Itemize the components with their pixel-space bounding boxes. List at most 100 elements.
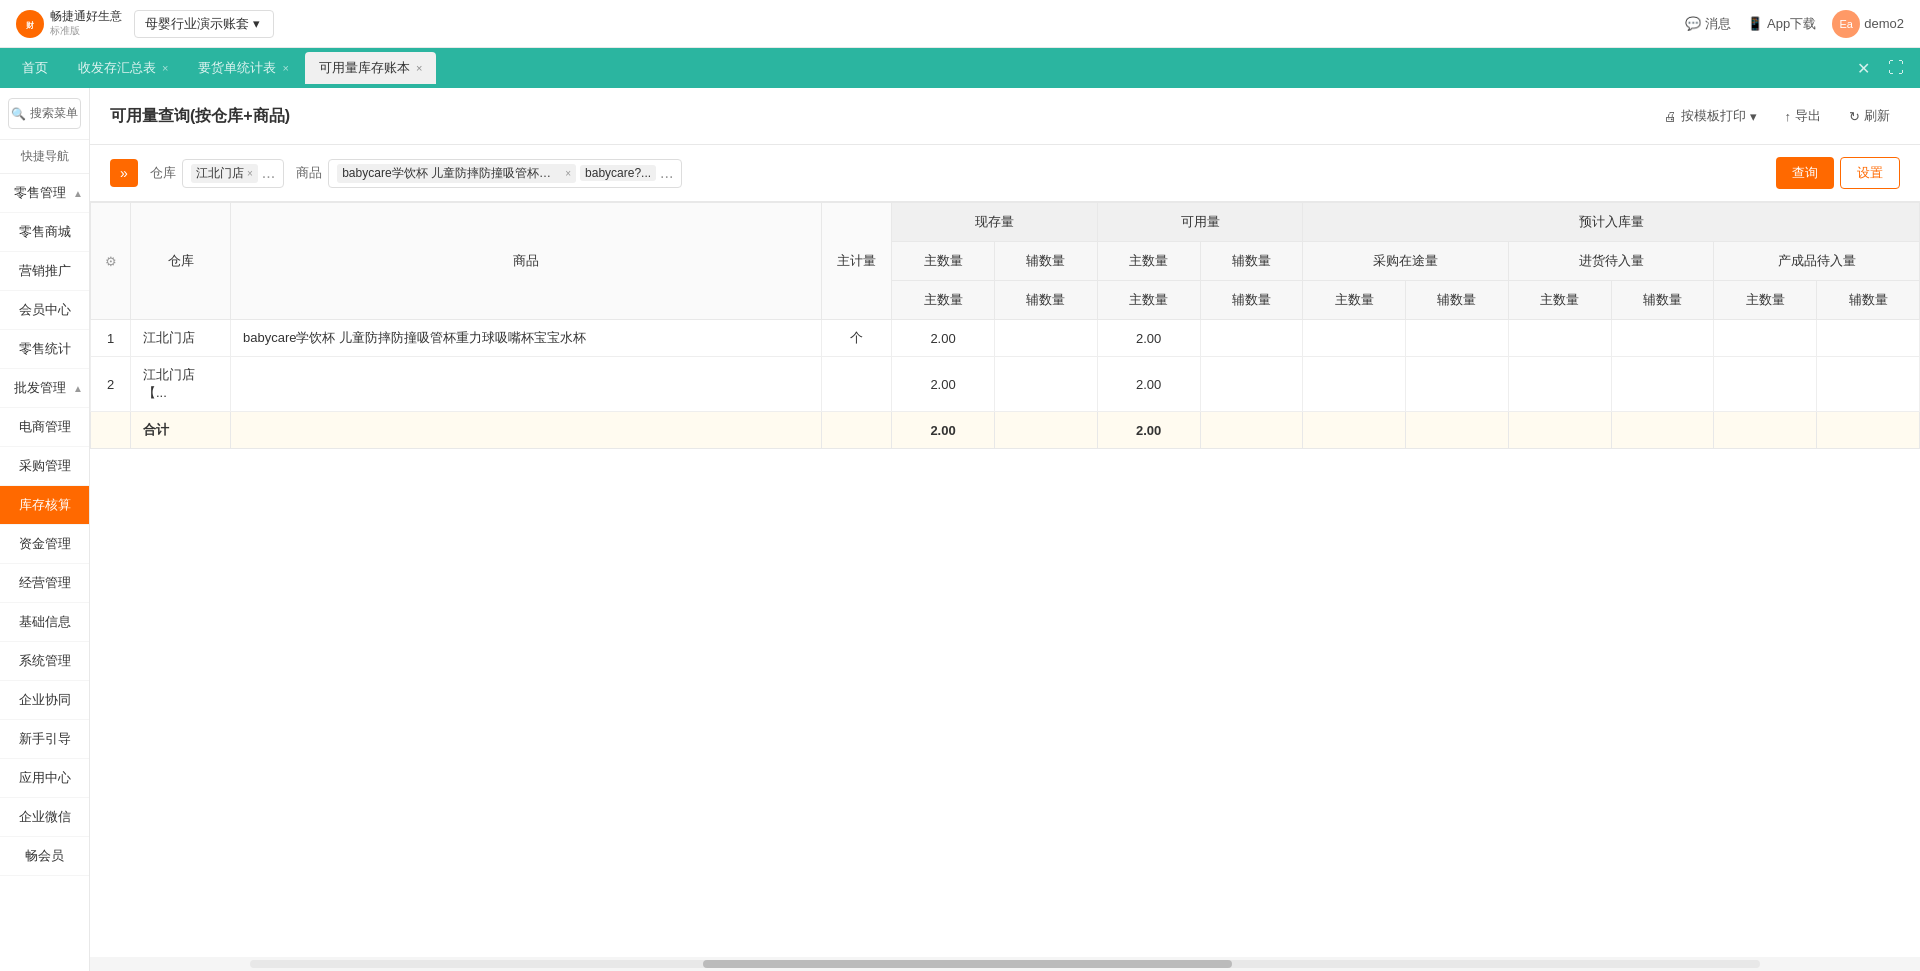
td-index: 2 [91, 357, 131, 412]
top-bar: 财 畅捷通好生意 标准版 母婴行业演示账套 ▾ 💬 消息 📱 App下载 Ea … [0, 0, 1920, 48]
nav-tabs: 首页 收发存汇总表 × 要货单统计表 × 可用量库存账本 × ✕ ⛶ [0, 48, 1920, 88]
settings-gear-icon[interactable]: ⚙ [105, 254, 117, 269]
th-settings[interactable]: ⚙ [91, 203, 131, 320]
scrollbar-thumb[interactable] [703, 960, 1232, 968]
close-all-tabs[interactable]: ✕ [1849, 59, 1878, 78]
th-inc-aux: 辅数量 [1611, 281, 1714, 320]
th-prod-aux: 辅数量 [1817, 281, 1920, 320]
tab-available[interactable]: 可用量库存账本 × [305, 52, 436, 84]
print-template-btn[interactable]: 🖨 按模板打印 ▾ [1654, 102, 1767, 130]
product-input[interactable]: babycare学饮杯 儿童防摔防撞吸管杯重力球吸嘴杯宝宝水杯 × babyca… [328, 159, 682, 188]
th-purchase-in-transit: 采购在途量 [1303, 242, 1509, 281]
close-tab-available[interactable]: × [416, 62, 422, 74]
sidebar-item-enterprise[interactable]: 企业协同 [0, 681, 89, 720]
th-am2: 主数量 [1097, 281, 1200, 320]
sidebar-item-basic-info[interactable]: 基础信息 [0, 603, 89, 642]
filter-expand-btn[interactable]: » [110, 159, 138, 187]
sidebar-item-app-center[interactable]: 应用中心 [0, 759, 89, 798]
td-summary-current-main: 2.00 [892, 412, 995, 449]
sidebar-item-system[interactable]: 系统管理 [0, 642, 89, 681]
th-product: 商品 [231, 203, 822, 320]
sidebar-item-ecommerce[interactable]: 电商管理 [0, 408, 89, 447]
td-summary-inc-main [1508, 412, 1611, 449]
td-current-aux [994, 357, 1097, 412]
sidebar-item-guide[interactable]: 新手引导 [0, 720, 89, 759]
summary-row: 合计 2.00 2.00 [91, 412, 1920, 449]
sidebar-item-operation[interactable]: 经营管理 [0, 564, 89, 603]
td-summary-label: 合计 [131, 412, 231, 449]
sidebar-item-purchase[interactable]: 采购管理 [0, 447, 89, 486]
industry-selector[interactable]: 母婴行业演示账套 ▾ [134, 10, 274, 38]
download-icon: 📱 [1747, 16, 1763, 31]
sidebar-item-inventory[interactable]: 库存核算 [0, 486, 89, 525]
user-menu[interactable]: Ea demo2 [1832, 10, 1904, 38]
td-pur-main [1303, 357, 1406, 412]
chevron-print-icon: ▾ [1750, 109, 1757, 124]
product-tag-2: babycare?... [580, 165, 656, 181]
sidebar-item-marketing[interactable]: 营销推广 [0, 252, 89, 291]
message-btn[interactable]: 💬 消息 [1685, 15, 1731, 33]
close-tab-receipts[interactable]: × [162, 62, 168, 74]
sidebar-item-wholesale-mgmt[interactable]: 批发管理 ▲ [0, 369, 89, 408]
td-pur-aux [1406, 320, 1509, 357]
print-icon: 🖨 [1664, 109, 1677, 124]
td-summary-empty1 [91, 412, 131, 449]
sidebar-item-vip[interactable]: 畅会员 [0, 837, 89, 876]
query-btn[interactable]: 查询 [1776, 157, 1834, 189]
td-summary-current-aux [994, 412, 1097, 449]
avatar: Ea [1832, 10, 1860, 38]
horizontal-scrollbar[interactable] [90, 957, 1920, 971]
td-summary-empty2 [231, 412, 822, 449]
td-avail-aux [1200, 320, 1303, 357]
td-prod-main [1714, 320, 1817, 357]
content-area: 可用量查询(按仓库+商品) 🖨 按模板打印 ▾ ↑ 导出 ↻ 刷新 [90, 88, 1920, 971]
refresh-btn[interactable]: ↻ 刷新 [1839, 102, 1900, 130]
filter-actions: 查询 设置 [1776, 157, 1900, 189]
td-summary-pur-aux [1406, 412, 1509, 449]
td-avail-main: 2.00 [1097, 320, 1200, 357]
td-prod-aux [1817, 320, 1920, 357]
warehouse-more[interactable]: ... [262, 164, 275, 182]
quick-nav-btn[interactable]: 快捷导航 [0, 140, 89, 174]
sidebar-item-finance[interactable]: 资金管理 [0, 525, 89, 564]
sidebar-item-member-center[interactable]: 会员中心 [0, 291, 89, 330]
scrollbar-track[interactable] [250, 960, 1760, 968]
td-inc-main [1508, 320, 1611, 357]
tab-orders[interactable]: 要货单统计表 × [184, 52, 302, 84]
td-warehouse: 江北门店【... [131, 357, 231, 412]
th-prod-main: 主数量 [1714, 281, 1817, 320]
sidebar-item-retail-stats[interactable]: 零售统计 [0, 330, 89, 369]
search-menu-btn[interactable]: 🔍 搜索菜单 [8, 98, 81, 129]
warehouse-tag: 江北门店 × [191, 164, 258, 183]
th-product-wait: 产成品待入量 [1714, 242, 1920, 281]
top-bar-right: 💬 消息 📱 App下载 Ea demo2 [1685, 10, 1904, 38]
warehouse-input[interactable]: 江北门店 × ... [182, 159, 284, 188]
export-btn[interactable]: ↑ 导出 [1775, 102, 1832, 130]
sidebar-item-retail-mall[interactable]: 零售商城 [0, 213, 89, 252]
sidebar-item-wechat[interactable]: 企业微信 [0, 798, 89, 837]
td-avail-main: 2.00 [1097, 357, 1200, 412]
th-current-stock: 现存量 [892, 203, 1098, 242]
tab-receipts[interactable]: 收发存汇总表 × [64, 52, 182, 84]
td-inc-aux [1611, 357, 1714, 412]
remove-warehouse-tag[interactable]: × [247, 168, 253, 179]
settings-btn[interactable]: 设置 [1840, 157, 1900, 189]
expand-icon-wholesale: ▲ [73, 383, 83, 394]
product-filter: 商品 babycare学饮杯 儿童防摔防撞吸管杯重力球吸嘴杯宝宝水杯 × bab… [296, 159, 682, 188]
td-avail-aux [1200, 357, 1303, 412]
page-header: 可用量查询(按仓库+商品) 🖨 按模板打印 ▾ ↑ 导出 ↻ 刷新 [90, 88, 1920, 145]
table-row: 2 江北门店【... 2.00 2.00 [91, 357, 1920, 412]
download-btn[interactable]: 📱 App下载 [1747, 15, 1816, 33]
td-summary-avail-aux [1200, 412, 1303, 449]
sidebar-item-retail-mgmt[interactable]: 零售管理 ▲ [0, 174, 89, 213]
tab-home[interactable]: 首页 [8, 52, 62, 84]
th-aa2: 辅数量 [1200, 281, 1303, 320]
filter-area: » 仓库 江北门店 × ... 商品 babycare学饮杯 儿童防摔防撞吸管杯… [90, 145, 1920, 202]
th-avail-main: 主数量 [1097, 242, 1200, 281]
sidebar-search-area: 🔍 搜索菜单 [0, 88, 89, 140]
close-tab-orders[interactable]: × [282, 62, 288, 74]
expand-nav[interactable]: ⛶ [1880, 59, 1912, 77]
product-more[interactable]: ... [660, 164, 673, 182]
refresh-icon: ↻ [1849, 109, 1860, 124]
remove-product-tag-1[interactable]: × [565, 168, 571, 179]
